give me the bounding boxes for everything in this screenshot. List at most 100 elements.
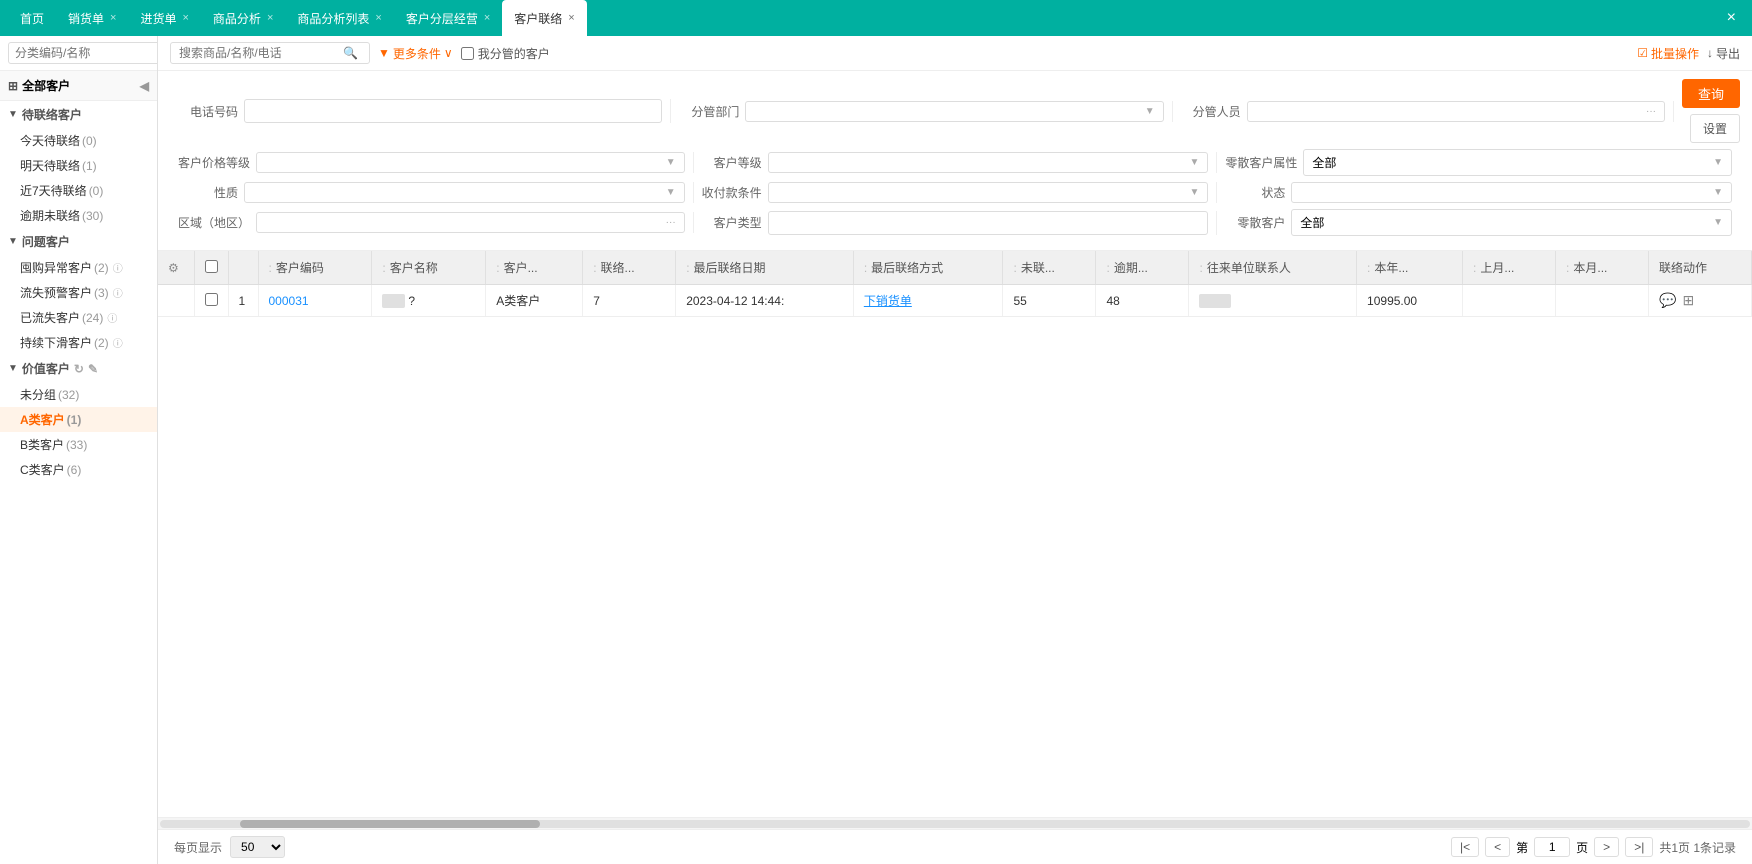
close-purchase-tab[interactable]: × [182,12,188,24]
dept-dropdown[interactable]: ▼ [745,101,1163,122]
export-btn[interactable]: ↓ 导出 [1707,45,1740,62]
select-all-checkbox[interactable] [205,260,218,273]
nav-tab-customer-tier[interactable]: 客户分层经营 × [394,0,502,36]
info-icon-hoard[interactable]: ⓘ [113,260,123,275]
phone-input[interactable] [244,99,662,123]
col-type[interactable]: :客户... [486,251,583,285]
col-last-month[interactable]: :上月... [1463,251,1556,285]
query-button[interactable]: 查询 [1682,79,1740,108]
customer-type-input[interactable] [768,211,1209,235]
sidebar-item-overdue[interactable]: 逾期未联络 (30) [0,203,157,228]
group-problem-title[interactable]: ▼ 问题客户 [0,228,157,255]
sidebar-search-input[interactable] [8,42,158,64]
close-analysis-tab[interactable]: × [267,12,273,24]
horizontal-scrollbar[interactable] [158,817,1752,829]
col-last-method[interactable]: :最后联络方式 [853,251,1003,285]
sidebar-all-customers[interactable]: ⊞ 全部客户 ◀ [0,71,157,101]
group-value-title[interactable]: ▼ 价值客户 ↻ ✎ [0,355,157,382]
sidebar-item-declining[interactable]: 持续下滑客户 (2) ⓘ [0,330,157,355]
sidebar-item-churn-warning[interactable]: 流失预警客户 (3) ⓘ [0,280,157,305]
group-pending-title[interactable]: ▼ 待联络客户 [0,101,157,128]
table-gear-btn[interactable]: ⚙ [168,261,179,275]
sidebar-item-7days[interactable]: 近7天待联络 (0) [0,178,157,203]
col-this-month[interactable]: :本月... [1556,251,1649,285]
col-contact-person[interactable]: :往来单位联系人 [1189,251,1357,285]
row-uncontacted: 55 [1003,285,1096,317]
my-customers-check[interactable] [461,47,474,60]
filter-search-input[interactable] [179,46,339,60]
retail-attr-dropdown[interactable]: 全部 ▼ [1303,149,1732,176]
sidebar-item-b-class[interactable]: B类客户 (33) [0,432,157,457]
person-more-icon: ··· [1646,106,1656,117]
col-last-date[interactable]: :最后联络日期 [676,251,854,285]
col-name[interactable]: :客户名称 [372,251,486,285]
nav-tab-home[interactable]: 首页 [8,0,56,36]
export-icon: ↓ [1707,46,1713,60]
customer-level-dropdown[interactable]: ▼ [768,152,1209,173]
dept-arrow-icon: ▼ [1145,106,1155,117]
person-dropdown[interactable]: ··· [1247,101,1665,122]
page-number-input[interactable] [1534,837,1570,857]
arrow-icon2: ▼ [8,236,18,247]
nature-dropdown[interactable]: ▼ [244,182,685,203]
sidebar-item-today[interactable]: 今天待联络 (0) [0,128,157,153]
close-sales-tab[interactable]: × [110,12,116,24]
sidebar-item-churned[interactable]: 已流失客户 (24) ⓘ [0,305,157,330]
close-all-tabs[interactable]: × [1719,9,1744,27]
info-icon-churned[interactable]: ⓘ [107,310,117,325]
nav-tab-analysis[interactable]: 商品分析 × [201,0,285,36]
filter-retail-attr: 零散客户属性 全部 ▼ [1217,149,1740,176]
info-icon-churn[interactable]: ⓘ [113,285,123,300]
close-analysis-list-tab[interactable]: × [375,12,381,24]
batch-ops-btn[interactable]: ☑ 批量操作 [1637,45,1699,62]
col-uncontacted[interactable]: :未联... [1003,251,1096,285]
row-action-more-icon[interactable]: ⊞ [1682,292,1694,309]
next-page-btn[interactable]: > [1594,837,1619,857]
pagination-bar: 每页显示 50 100 200 |< < 第 页 > >| 共1页 1条记录 [158,829,1752,864]
payment-dropdown[interactable]: ▼ [768,182,1209,203]
sidebar-item-hoard[interactable]: 囤购异常客户 (2) ⓘ [0,255,157,280]
retail-attr-arrow: ▼ [1713,157,1723,168]
page-size-select[interactable]: 50 100 200 [230,836,285,858]
scroll-thumb[interactable] [240,820,540,828]
col-code[interactable]: :客户编码 [258,251,372,285]
filter-row-1: 电话号码 分管部门 ▼ 分管人员 ··· [170,79,1740,143]
row-code[interactable]: 000031 [258,285,372,317]
first-page-btn[interactable]: |< [1451,837,1479,857]
edit-icon[interactable]: ✎ [88,362,98,376]
price-level-dropdown[interactable]: ▼ [256,152,685,173]
region-dropdown[interactable]: ··· [256,212,685,233]
row-last-method[interactable]: 下销货单 [853,285,1003,317]
setting-button[interactable]: 设置 [1690,114,1740,143]
row-action-chat-icon[interactable]: 💬 [1659,292,1676,309]
nav-tab-customer-contact[interactable]: 客户联络 × [502,0,586,36]
filter-status: 状态 ▼ [1217,182,1740,203]
customer-type-label: 客户类型 [702,214,762,231]
my-customers-checkbox[interactable]: 我分管的客户 [461,45,550,62]
nav-tab-analysis-list[interactable]: 商品分析列表 × [285,0,393,36]
info-icon-declining[interactable]: ⓘ [113,335,123,350]
nav-tab-purchase[interactable]: 进货单 × [128,0,200,36]
status-dropdown[interactable]: ▼ [1291,182,1732,203]
row-checkbox-cell[interactable] [194,285,228,317]
sidebar-item-tomorrow[interactable]: 明天待联络 (1) [0,153,157,178]
retail-customer-dropdown[interactable]: 全部 ▼ [1291,209,1732,236]
nav-tab-sales[interactable]: 销货单 × [56,0,128,36]
col-this-year[interactable]: :本年... [1357,251,1463,285]
sidebar-item-a-class[interactable]: A类客户 (1) [0,407,157,432]
col-overdue[interactable]: :逾期... [1096,251,1189,285]
row-checkbox[interactable] [205,293,218,306]
refresh-icon[interactable]: ↻ [74,362,84,376]
collapse-sidebar-icon[interactable]: ◀ [140,79,149,93]
close-customer-tier-tab[interactable]: × [484,12,490,24]
col-contact[interactable]: :联络... [583,251,676,285]
filter-more-btn[interactable]: ▼ 更多条件 ∨ [378,45,453,62]
close-customer-contact-tab[interactable]: × [568,12,574,24]
last-page-btn[interactable]: >| [1625,837,1653,857]
filter-search-icon[interactable]: 🔍 [343,46,358,60]
prev-page-btn[interactable]: < [1485,837,1510,857]
row-overdue: 48 [1096,285,1189,317]
person-label: 分管人员 [1181,103,1241,120]
sidebar-item-unclassified[interactable]: 未分组 (32) [0,382,157,407]
sidebar-item-c-class[interactable]: C类客户 (6) [0,457,157,482]
